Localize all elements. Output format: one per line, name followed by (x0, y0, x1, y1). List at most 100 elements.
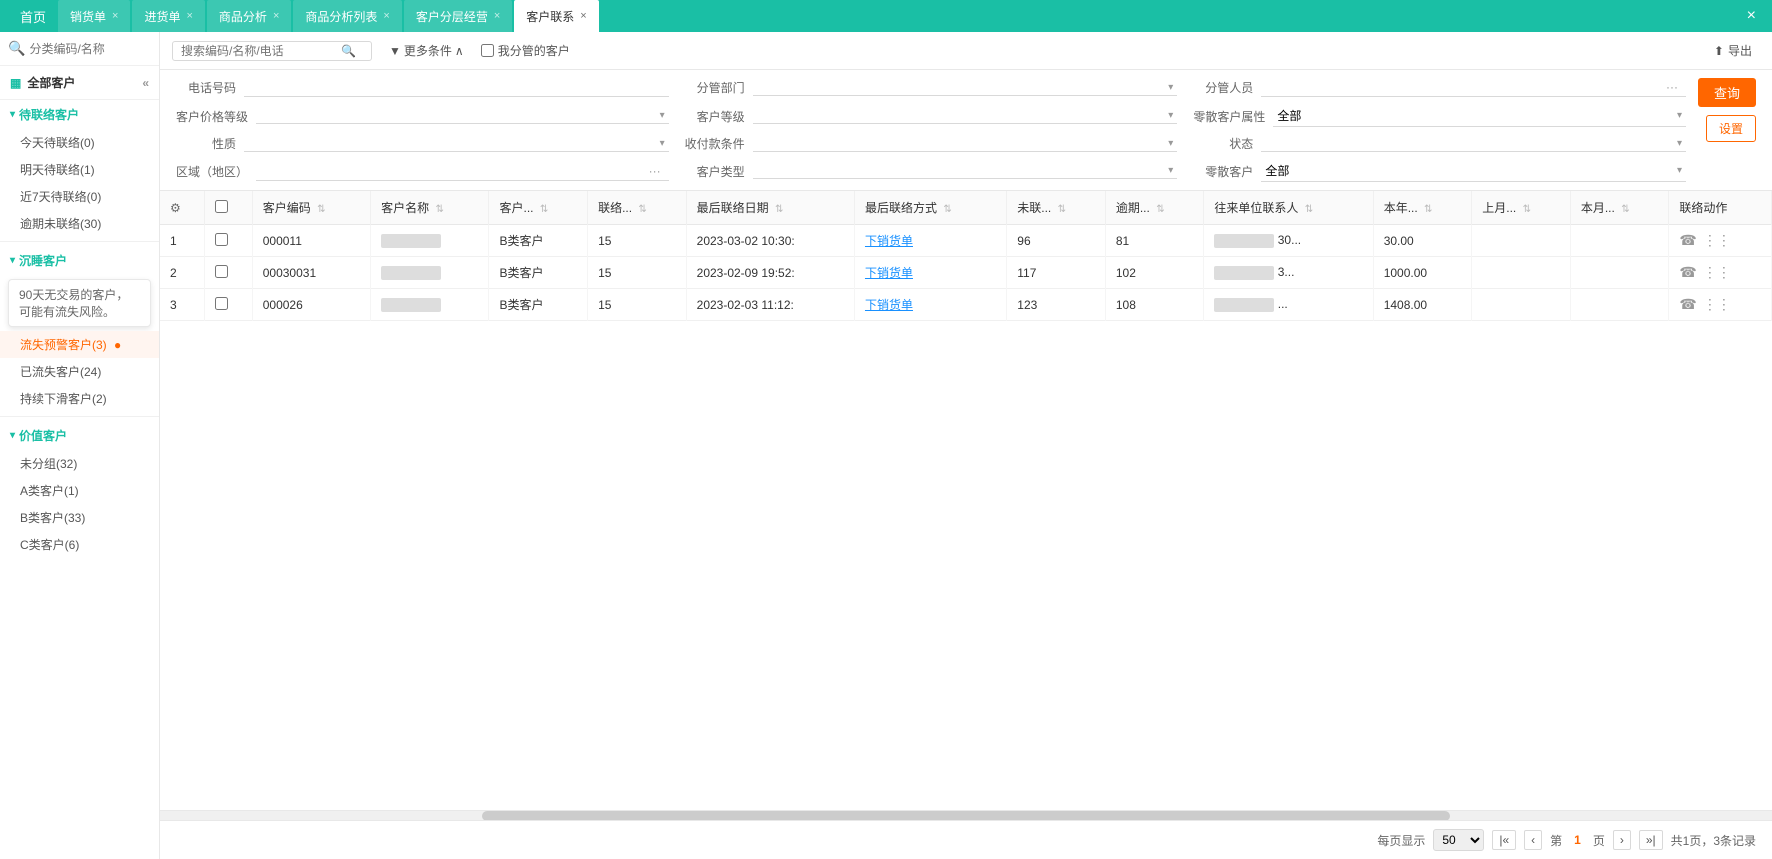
cell-contact-count: 15 (588, 225, 687, 257)
row-action-more-icon-1[interactable]: ⋮⋮ (1703, 264, 1731, 281)
table-scrollbar[interactable] (160, 810, 1772, 820)
region-more-icon[interactable]: ··· (645, 164, 665, 178)
nav-tab-sales[interactable]: 销货单 × (58, 0, 130, 32)
sidebar-item-7day-contact[interactable]: 近7天待联络(0) (0, 183, 159, 210)
row-action-contact-icon-0[interactable]: ☎ (1679, 232, 1696, 249)
nav-tab-purchase[interactable]: 进货单 × (132, 0, 204, 32)
sidebar-search-input[interactable] (29, 42, 160, 56)
row-action-contact-icon-1[interactable]: ☎ (1679, 264, 1696, 281)
filter-customer-grade: 客户等级 ▾ (685, 108, 1178, 125)
query-button[interactable]: 查询 (1698, 78, 1756, 107)
row-action-more-icon-2[interactable]: ⋮⋮ (1703, 296, 1731, 313)
code-sort-icon[interactable]: ⇅ (317, 204, 325, 215)
cell-code: 000026 (252, 289, 370, 321)
collapse-icon[interactable]: « (142, 76, 149, 90)
name-sort-icon[interactable]: ⇅ (435, 204, 443, 215)
per-page-select[interactable]: 50 100 200 (1433, 829, 1484, 851)
last-method-link-0[interactable]: 下销货单 (865, 234, 913, 248)
customer-grade-select[interactable]: ▾ (753, 108, 1178, 124)
top-nav: 首页 销货单 × 进货单 × 商品分析 × 商品分析列表 × 客户分层经营 × … (0, 0, 1772, 32)
close-analysis-list-tab-icon[interactable]: × (383, 10, 389, 22)
un-contact-sort-icon[interactable]: ⇅ (1058, 204, 1066, 215)
table-settings-icon[interactable]: ⚙ (170, 201, 181, 215)
nav-tab-analysis[interactable]: 商品分析 × (207, 0, 291, 32)
customer-grade-arrow-icon: ▾ (1168, 110, 1173, 121)
more-conditions-button[interactable]: ▼ 更多条件 ∧ (380, 38, 473, 63)
row-checkbox-0[interactable] (215, 233, 228, 246)
this-month-sort-icon[interactable]: ⇅ (1621, 204, 1629, 215)
sidebar-item-overdue-contact[interactable]: 逾期未联络(30) (0, 210, 159, 237)
sidebar-all-customers[interactable]: ▦ 全部客户 « (0, 66, 159, 100)
sidebar-item-churned[interactable]: 已流失客户(24) (0, 358, 159, 385)
close-purchase-tab-icon[interactable]: × (186, 10, 192, 22)
select-all-checkbox[interactable] (215, 200, 228, 213)
person-more-icon[interactable]: ··· (1662, 80, 1682, 94)
region-select[interactable]: ··· (256, 162, 669, 181)
export-button[interactable]: ⬆ 导出 (1706, 39, 1760, 62)
row-action-more-icon-0[interactable]: ⋮⋮ (1703, 232, 1731, 249)
settings-button[interactable]: 设置 (1706, 115, 1756, 142)
retail-customer-select[interactable]: 全部 ▾ (1261, 160, 1686, 182)
phone-input[interactable] (244, 78, 669, 97)
nav-tab-customer-contact[interactable]: 客户联系 × (514, 0, 598, 32)
sidebar-item-class-b[interactable]: B类客户(33) (0, 504, 159, 531)
sidebar-group-dormant[interactable]: ▾ 沉睡客户 (0, 246, 159, 275)
last-month-sort-icon[interactable]: ⇅ (1523, 204, 1531, 215)
status-select[interactable]: ▾ (1261, 136, 1686, 152)
first-page-button[interactable]: |« (1492, 830, 1516, 850)
nav-tab-customer-tier[interactable]: 客户分层经营 × (404, 0, 512, 32)
sidebar-group-value[interactable]: ▾ 价值客户 (0, 421, 159, 450)
status-arrow-icon: ▾ (1677, 138, 1682, 149)
overdue-sort-icon[interactable]: ⇅ (1156, 204, 1164, 215)
my-customers-checkbox-label[interactable]: 我分管的客户 (481, 42, 570, 59)
sidebar-item-class-a[interactable]: A类客户(1) (0, 477, 159, 504)
prev-page-button[interactable]: ‹ (1524, 830, 1542, 850)
type-sort-icon[interactable]: ⇅ (540, 204, 548, 215)
price-grade-select[interactable]: ▾ (256, 108, 669, 124)
close-sales-tab-icon[interactable]: × (112, 10, 118, 22)
sidebar-group-pending[interactable]: ▾ 待联络客户 (0, 100, 159, 129)
close-analysis-tab-icon[interactable]: × (273, 10, 279, 22)
toolbar-right: ⬆ 导出 (1706, 39, 1760, 62)
retail-attr-select[interactable]: 全部 ▾ (1273, 105, 1686, 127)
row-checkbox-2[interactable] (215, 297, 228, 310)
nav-home[interactable]: 首页 (8, 7, 58, 26)
main-container: 🔍 ▦ 全部客户 « ▾ 待联络客户 今天待联络(0) 明天待联络(1) 近7天… (0, 32, 1772, 859)
last-page-button[interactable]: »| (1639, 830, 1663, 850)
table-header-row: ⚙ 客户编码 ⇅ 客户名称 ⇅ (160, 191, 1772, 225)
row-checkbox-1[interactable] (215, 265, 228, 278)
customer-type-select[interactable]: ▾ (753, 163, 1178, 179)
date-sort-icon[interactable]: ⇅ (775, 204, 783, 215)
divider-1 (0, 241, 159, 242)
close-customer-contact-tab-icon[interactable]: × (580, 10, 586, 22)
payment-select[interactable]: ▾ (753, 136, 1178, 152)
count-sort-icon[interactable]: ⇅ (638, 204, 646, 215)
row-action-contact-icon-2[interactable]: ☎ (1679, 296, 1696, 313)
toolbar-search-icon[interactable]: 🔍 (341, 44, 356, 58)
page-label: 第 (1550, 832, 1562, 849)
window-close-button[interactable]: × (1739, 7, 1764, 25)
filter-region: 区域（地区） ··· (176, 162, 669, 181)
dept-label: 分管部门 (685, 79, 745, 96)
dept-select[interactable]: ▾ (753, 80, 1178, 96)
nav-tab-analysis-list[interactable]: 商品分析列表 × (293, 0, 401, 32)
last-method-link-1[interactable]: 下销货单 (865, 266, 913, 280)
close-customer-tier-tab-icon[interactable]: × (494, 10, 500, 22)
my-customers-checkbox[interactable] (481, 44, 494, 57)
sidebar-item-class-c[interactable]: C类客户(6) (0, 531, 159, 558)
person-select[interactable]: ··· (1261, 78, 1686, 97)
col-un-contact: 未联... ⇅ (1007, 191, 1106, 225)
sidebar-item-declining[interactable]: 持续下滑客户(2) (0, 385, 159, 412)
sidebar-item-today-contact[interactable]: 今天待联络(0) (0, 129, 159, 156)
sidebar-item-churn-warning[interactable]: 流失预警客户(3) ● (0, 331, 159, 358)
price-grade-label: 客户价格等级 (176, 108, 248, 125)
method-sort-icon[interactable]: ⇅ (943, 204, 951, 215)
last-method-link-2[interactable]: 下销货单 (865, 298, 913, 312)
search-input[interactable] (181, 44, 341, 58)
year-sort-icon[interactable]: ⇅ (1424, 204, 1432, 215)
sidebar-item-tomorrow-contact[interactable]: 明天待联络(1) (0, 156, 159, 183)
next-page-button[interactable]: › (1613, 830, 1631, 850)
nature-select[interactable]: ▾ (244, 136, 669, 152)
sidebar-item-ungrouped[interactable]: 未分组(32) (0, 450, 159, 477)
person-sort-icon[interactable]: ⇅ (1305, 204, 1313, 215)
